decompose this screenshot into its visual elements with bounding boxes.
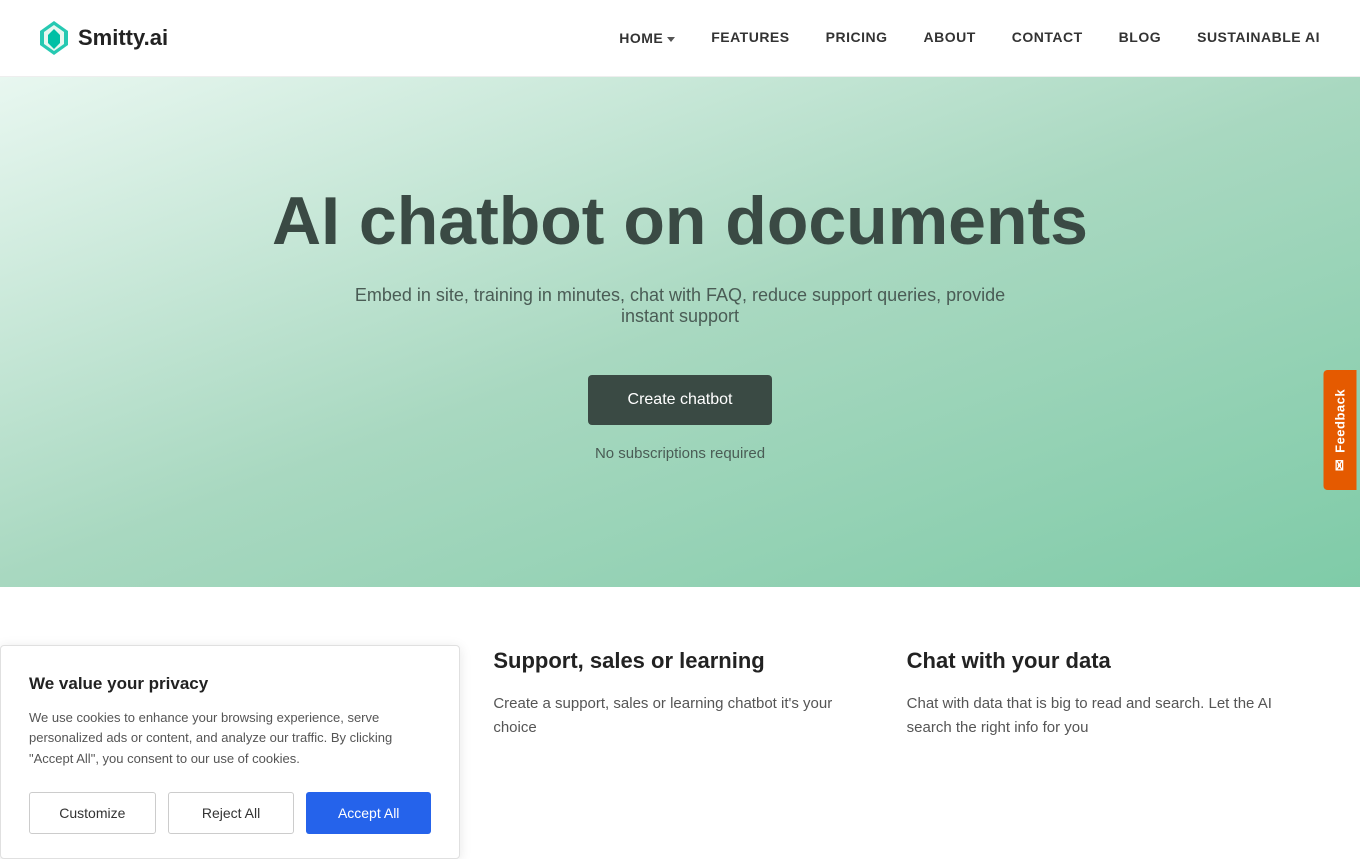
feature-title-2: Chat with your data bbox=[907, 647, 1280, 676]
accept-all-button[interactable]: Accept All bbox=[306, 792, 431, 834]
nav-item-features[interactable]: FEATURES bbox=[711, 29, 789, 47]
create-chatbot-button[interactable]: Create chatbot bbox=[588, 375, 773, 425]
nav-link-blog[interactable]: BLOG bbox=[1119, 29, 1161, 45]
nav-link-features[interactable]: FEATURES bbox=[711, 29, 789, 45]
nav-item-home[interactable]: HOME bbox=[619, 30, 675, 46]
nav-link-pricing[interactable]: PRICING bbox=[826, 29, 888, 45]
customize-button[interactable]: Customize bbox=[29, 792, 156, 834]
navbar: Smitty.ai HOME FEATURES PRICING ABOUT CO… bbox=[0, 0, 1360, 77]
feature-desc-2: Chat with data that is big to read and s… bbox=[907, 692, 1280, 740]
nav-item-blog[interactable]: BLOG bbox=[1119, 29, 1161, 47]
brand-name-text: Smitty.ai bbox=[78, 25, 168, 51]
cookie-banner: We value your privacy We use cookies to … bbox=[0, 645, 460, 859]
nav-link-contact[interactable]: CONTACT bbox=[1012, 29, 1083, 45]
feature-card-2: Chat with your data Chat with data that … bbox=[907, 647, 1280, 740]
feedback-icon: ✉ bbox=[1332, 458, 1349, 470]
nav-item-sustainable-ai[interactable]: SUSTAINABLE AI bbox=[1197, 29, 1320, 47]
brand-logo-icon bbox=[40, 21, 68, 55]
chevron-down-icon bbox=[667, 37, 675, 42]
nav-item-about[interactable]: ABOUT bbox=[923, 29, 975, 47]
hero-note: No subscriptions required bbox=[595, 445, 765, 462]
reject-all-button[interactable]: Reject All bbox=[168, 792, 295, 834]
nav-links: HOME FEATURES PRICING ABOUT CONTACT BLOG… bbox=[619, 29, 1320, 47]
feature-desc-1: Create a support, sales or learning chat… bbox=[493, 692, 866, 740]
feature-card-1: Support, sales or learning Create a supp… bbox=[493, 647, 866, 740]
feedback-label: Feedback bbox=[1333, 388, 1348, 452]
cookie-buttons: Customize Reject All Accept All bbox=[29, 792, 431, 834]
feedback-tab[interactable]: ✉ Feedback bbox=[1324, 370, 1357, 490]
hero-section: AI chatbot on documents Embed in site, t… bbox=[0, 77, 1360, 587]
nav-item-contact[interactable]: CONTACT bbox=[1012, 29, 1083, 47]
nav-link-about[interactable]: ABOUT bbox=[923, 29, 975, 45]
hero-subtitle: Embed in site, training in minutes, chat… bbox=[330, 285, 1030, 327]
nav-link-home[interactable]: HOME bbox=[619, 30, 675, 46]
hero-title: AI chatbot on documents bbox=[272, 182, 1088, 260]
cookie-title: We value your privacy bbox=[29, 674, 431, 694]
cookie-description: We use cookies to enhance your browsing … bbox=[29, 708, 431, 770]
brand-link[interactable]: Smitty.ai bbox=[40, 21, 168, 55]
nav-link-sustainable-ai[interactable]: SUSTAINABLE AI bbox=[1197, 29, 1320, 45]
feature-title-1: Support, sales or learning bbox=[493, 647, 866, 676]
nav-item-pricing[interactable]: PRICING bbox=[826, 29, 888, 47]
